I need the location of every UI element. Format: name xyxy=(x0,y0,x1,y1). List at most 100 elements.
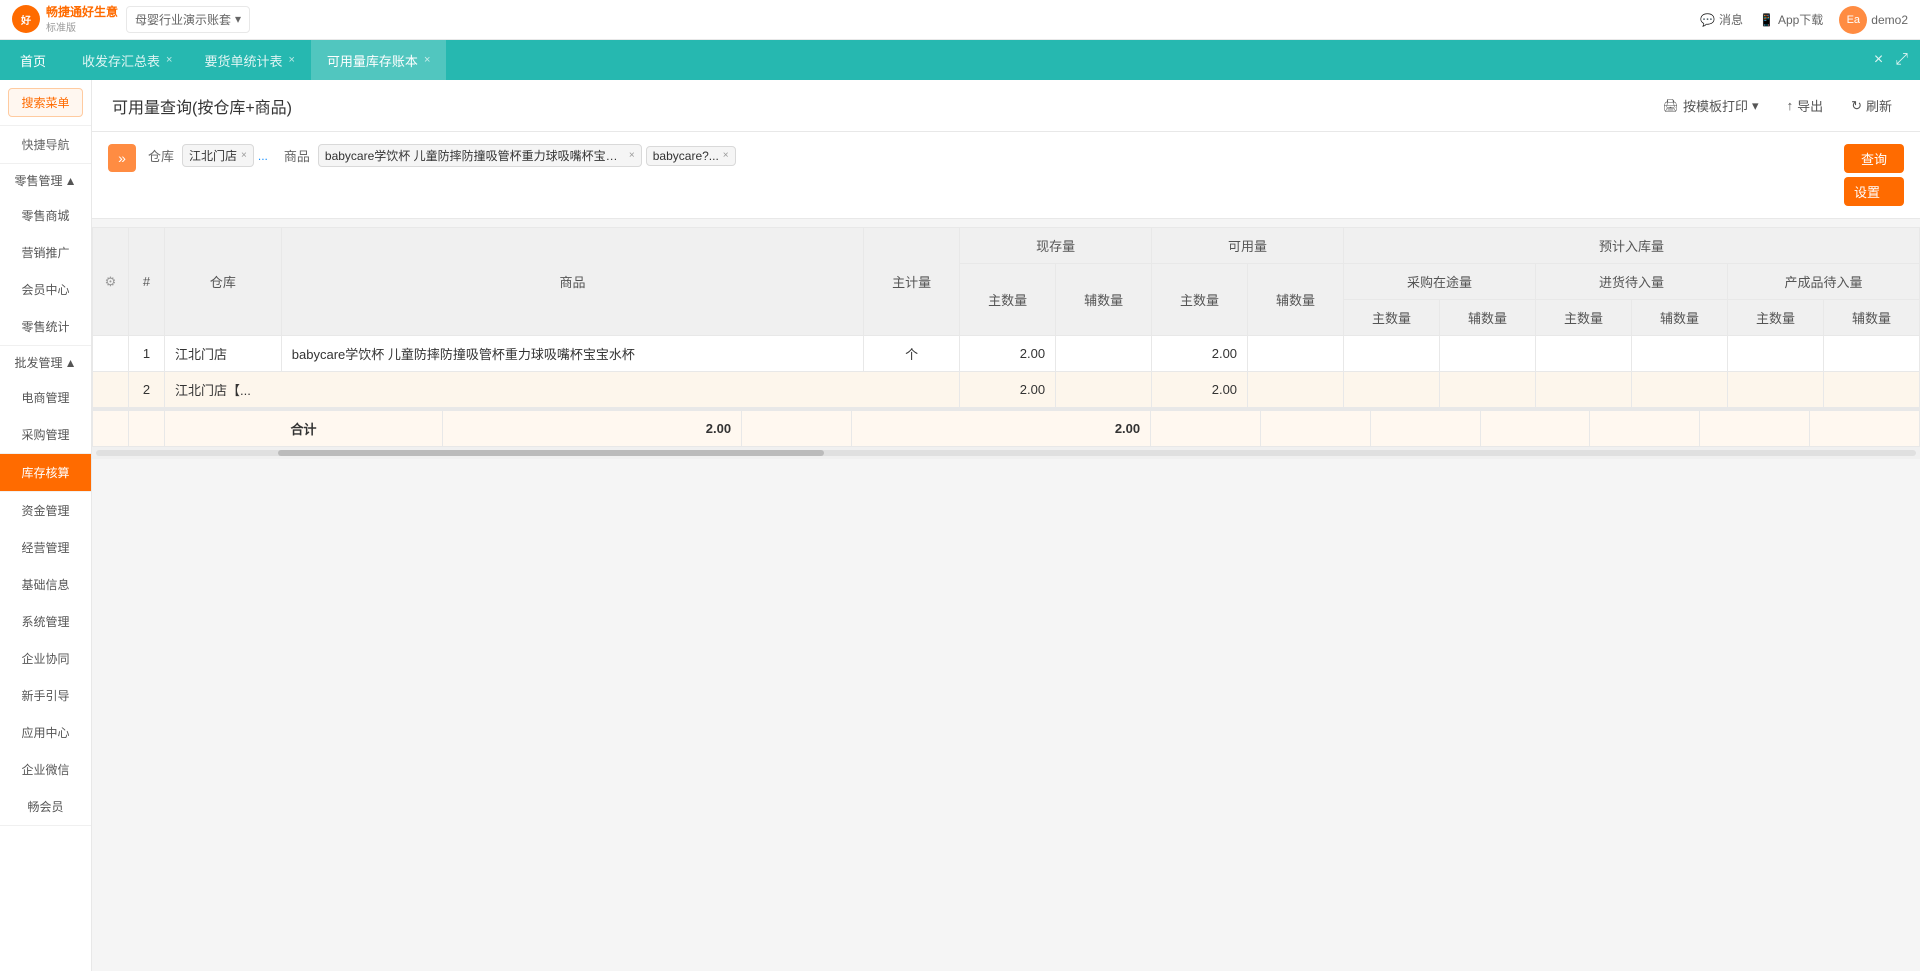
expand-window-button[interactable]: ⤢ xyxy=(1895,51,1908,69)
chevron-down-icon: ▾ xyxy=(235,12,241,26)
th-index: # xyxy=(129,228,165,336)
cell-produce-main xyxy=(1727,336,1823,372)
quick-nav-button[interactable]: 快捷导航 xyxy=(0,130,91,159)
subtotal-stock-aux xyxy=(1056,372,1152,408)
tab-label: 收发存汇总表 xyxy=(82,51,160,70)
subtotal-purchase-main xyxy=(1344,372,1440,408)
print-button[interactable]: 🖨 按模板打印 ▾ xyxy=(1655,92,1767,119)
th-stock-aux: 辅数量 xyxy=(1056,264,1152,336)
username-label: demo2 xyxy=(1871,13,1908,27)
nav-tabs: 首页 收发存汇总表 × 要货单统计表 × 可用量库存账本 × × ⤢ xyxy=(0,40,1920,80)
goods-tag-babycare[interactable]: babycare学饮杯 儿童防摔防撞吸管杯重力球吸嘴杯宝宝水杯 × xyxy=(318,144,642,167)
sidebar-item-enterprise-wechat[interactable]: 企业微信 xyxy=(0,751,91,788)
goods-tag-close-1[interactable]: × xyxy=(629,150,635,161)
close-tab-receivable[interactable]: × xyxy=(166,54,172,66)
sidebar-item-ecommerce[interactable]: 电商管理 xyxy=(0,379,91,416)
warehouse-filter-more[interactable]: ... xyxy=(258,149,268,163)
subtotal-avail-aux xyxy=(1248,372,1344,408)
nav-right-actions: × ⤢ xyxy=(1874,51,1920,69)
sidebar-item-new-guide[interactable]: 新手引导 xyxy=(0,677,91,714)
sidebar-item-operations[interactable]: 经营管理 xyxy=(0,529,91,566)
total-purchase-main xyxy=(1260,411,1370,447)
message-label: 消息 xyxy=(1719,11,1743,28)
close-tab-inventory[interactable]: × xyxy=(424,54,430,66)
refresh-label: 刷新 xyxy=(1866,96,1892,115)
industry-selector[interactable]: 母婴行业演示账套 ▾ xyxy=(126,6,250,33)
th-settings[interactable]: ⚙ xyxy=(93,228,129,336)
sidebar-item-finance[interactable]: 资金管理 xyxy=(0,492,91,529)
goods-tag-close-2[interactable]: × xyxy=(723,150,729,161)
sidebar-item-basic-info[interactable]: 基础信息 xyxy=(0,566,91,603)
sidebar-item-retail-stats[interactable]: 零售统计 xyxy=(0,308,91,345)
table-container: ⚙ # 仓库 商品 主计量 现存量 可用量 预计入库量 主数量 辅 xyxy=(92,227,1920,408)
cell-avail-aux xyxy=(1248,336,1344,372)
refresh-icon: ↻ xyxy=(1851,98,1862,114)
sidebar-item-wholesale-mgmt[interactable]: 批发管理 ▲ xyxy=(0,346,91,379)
sidebar-item-member-vip[interactable]: 畅会员 xyxy=(0,788,91,825)
sidebar: 搜索菜单 快捷导航 零售管理 ▲ 零售商城 营销推广 会员中心 零售统计 批发管… xyxy=(0,80,92,971)
sidebar-item-retail-mgmt[interactable]: 零售管理 ▲ xyxy=(0,164,91,197)
search-menu-button[interactable]: 搜索菜单 xyxy=(8,88,83,117)
table-settings-icon[interactable]: ⚙ xyxy=(105,274,117,289)
warehouse-filter: 仓库 江北门店 × ... xyxy=(148,144,268,167)
th-warehouse: 仓库 xyxy=(165,228,282,336)
message-button[interactable]: 💬 消息 xyxy=(1700,11,1743,28)
filter-expand-button[interactable]: » xyxy=(108,144,136,172)
logo-text: 畅捷通好生意 xyxy=(46,5,118,19)
inventory-table: ⚙ # 仓库 商品 主计量 现存量 可用量 预计入库量 主数量 辅 xyxy=(92,227,1920,408)
table-row: 1 江北门店 babycare学饮杯 儿童防摔防撞吸管杯重力球吸嘴杯宝宝水杯 个… xyxy=(93,336,1920,372)
tag-text: babycare?... xyxy=(653,149,719,163)
app-download-button[interactable]: 📱 App下载 xyxy=(1759,11,1823,28)
sidebar-item-app-center[interactable]: 应用中心 xyxy=(0,714,91,751)
print-chevron-icon: ▾ xyxy=(1752,98,1759,114)
th-stock-main: 主数量 xyxy=(960,264,1056,336)
cell-settings xyxy=(93,336,129,372)
cell-stock-main: 2.00 xyxy=(960,336,1056,372)
subtotal-produce-aux xyxy=(1823,372,1919,408)
th-main-unit: 主计量 xyxy=(864,228,960,336)
tab-label: 可用量库存账本 xyxy=(327,51,418,70)
subtotal-label: 江北门店【... xyxy=(165,372,960,408)
sidebar-item-marketing[interactable]: 营销推广 xyxy=(0,234,91,271)
sidebar-item-member-center[interactable]: 会员中心 xyxy=(0,271,91,308)
subtotal-settings xyxy=(93,372,129,408)
sidebar-item-retail-mall[interactable]: 零售商城 xyxy=(0,197,91,234)
th-incoming-group: 进货待入量 xyxy=(1536,264,1728,300)
warehouse-tag-jiangbei[interactable]: 江北门店 × xyxy=(182,144,254,167)
sidebar-item-enterprise-collab[interactable]: 企业协同 xyxy=(0,640,91,677)
sidebar-quick-nav: 快捷导航 xyxy=(0,126,91,164)
th-produce-group: 产成品待入量 xyxy=(1727,264,1919,300)
avatar: Ea xyxy=(1839,6,1867,34)
settings-button[interactable]: 设置 xyxy=(1844,177,1904,206)
tab-home[interactable]: 首页 xyxy=(0,40,66,80)
sidebar-item-system[interactable]: 系统管理 xyxy=(0,603,91,640)
th-avail-group: 可用量 xyxy=(1152,228,1344,264)
refresh-button[interactable]: ↻ 刷新 xyxy=(1843,92,1900,119)
total-label: 合计 xyxy=(165,411,443,447)
tab-inventory-available[interactable]: 可用量库存账本 × xyxy=(311,40,446,80)
close-all-tabs-button[interactable]: × xyxy=(1874,51,1883,69)
sidebar-item-purchase[interactable]: 采购管理 xyxy=(0,416,91,453)
layout: 搜索菜单 快捷导航 零售管理 ▲ 零售商城 营销推广 会员中心 零售统计 批发管… xyxy=(0,80,1920,971)
close-tab-order[interactable]: × xyxy=(288,54,294,66)
export-button[interactable]: ↑ 导出 xyxy=(1779,92,1832,119)
logo-area: 好 畅捷通好生意 标准版 xyxy=(12,5,118,34)
warehouse-tag-close[interactable]: × xyxy=(241,150,247,161)
app-icon: 📱 xyxy=(1759,13,1774,27)
tab-order-stats[interactable]: 要货单统计表 × xyxy=(188,40,310,80)
subtotal-index: 2 xyxy=(129,372,165,408)
scrollbar-thumb[interactable] xyxy=(278,450,824,456)
sidebar-item-inventory-audit[interactable]: 库存核算 xyxy=(0,454,91,491)
total-table: 合计 2.00 2.00 xyxy=(92,410,1920,447)
logo-info: 畅捷通好生意 标准版 xyxy=(46,5,118,34)
goods-tag-babycare2[interactable]: babycare?... × xyxy=(646,146,736,166)
horizontal-scrollbar[interactable] xyxy=(92,447,1920,459)
top-bar: 好 畅捷通好生意 标准版 母婴行业演示账套 ▾ 💬 消息 📱 App下载 Ea … xyxy=(0,0,1920,40)
query-button[interactable]: 查询 xyxy=(1844,144,1904,173)
th-stock-group: 现存量 xyxy=(960,228,1152,264)
total-cell-index xyxy=(129,411,165,447)
header-actions: 🖨 按模板打印 ▾ ↑ 导出 ↻ 刷新 xyxy=(1655,92,1901,119)
user-avatar-button[interactable]: Ea demo2 xyxy=(1839,6,1908,34)
table-wrapper: ⚙ # 仓库 商品 主计量 现存量 可用量 预计入库量 主数量 辅 xyxy=(92,227,1920,459)
tab-receivable-summary[interactable]: 收发存汇总表 × xyxy=(66,40,188,80)
